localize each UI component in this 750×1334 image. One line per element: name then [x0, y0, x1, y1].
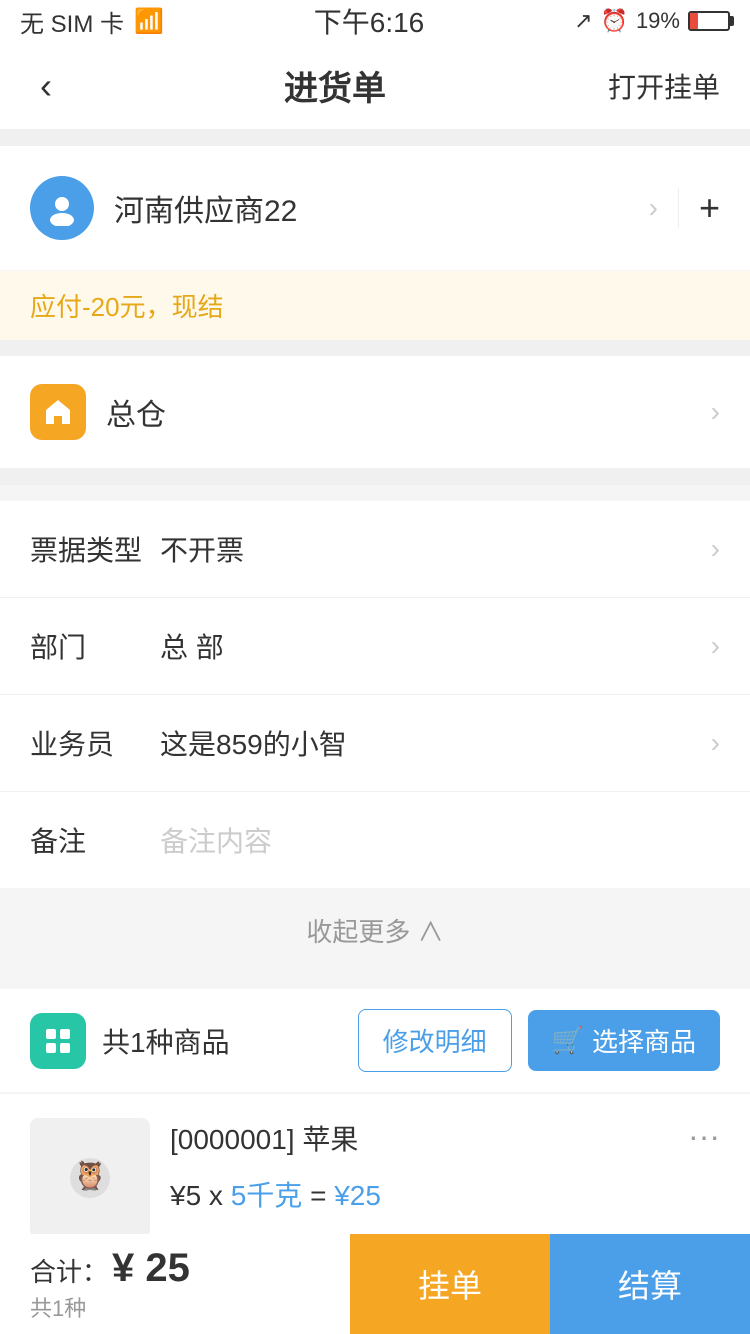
hold-button[interactable]: 挂单 [350, 1234, 550, 1334]
invoice-row[interactable]: 票据类型 不开票 › [0, 501, 750, 598]
bottom-bar: 合计： ¥ 25 共1种 挂单 结算 [0, 1234, 750, 1334]
status-bar: 无 SIM 卡 📶 下午6:16 ↗ ⏰ 19% [0, 0, 750, 42]
warehouse-row[interactable]: 总仓 › [0, 356, 750, 469]
add-supplier-button[interactable]: + [699, 187, 720, 229]
status-left: 无 SIM 卡 📶 [20, 4, 164, 39]
products-header: 共1种商品 修改明细 🛒 选择商品 [0, 989, 750, 1092]
department-value: 总 部 [160, 626, 711, 666]
warehouse-label: 总仓 [106, 390, 711, 434]
remark-input[interactable]: 备注内容 [160, 820, 720, 860]
edit-detail-button[interactable]: 修改明细 [358, 1009, 512, 1072]
salesperson-row[interactable]: 业务员 这是859的小智 › [0, 695, 750, 792]
product-thumbnail: 🦉 [30, 1118, 150, 1238]
chevron-icon: › [649, 192, 658, 224]
collapse-label: 收起更多 ∧ [306, 917, 443, 947]
checkout-button[interactable]: 结算 [550, 1234, 750, 1334]
divider [0, 130, 750, 146]
cart-icon: 🛒 [552, 1025, 584, 1056]
status-right: ↗ ⏰ 19% [574, 8, 730, 34]
warehouse-icon [30, 384, 86, 440]
total-section: 合计： ¥ 25 共1种 [0, 1234, 350, 1334]
salesperson-label: 业务员 [30, 723, 150, 763]
total-label: 合计： [30, 1252, 108, 1289]
total-price: ¥25 [334, 1180, 381, 1211]
divider2 [0, 340, 750, 356]
nav-bar: ‹ 进货单 打开挂单 [0, 42, 750, 130]
alarm-icon: ⏰ [601, 8, 628, 34]
collapse-button[interactable]: 收起更多 ∧ [0, 888, 750, 973]
supplier-notice: 应付-20元，现结 [0, 270, 750, 340]
department-chevron-icon: › [711, 630, 720, 662]
products-icon [30, 1013, 86, 1069]
carrier-label: 无 SIM 卡 [20, 4, 124, 39]
invoice-label: 票据类型 [30, 529, 150, 569]
salesperson-value: 这是859的小智 [160, 723, 711, 763]
total-count: 共1种 [30, 1291, 320, 1323]
products-count: 共1种商品 [102, 1021, 342, 1061]
select-product-button[interactable]: 🛒 选择商品 [528, 1010, 720, 1071]
divider3 [0, 469, 750, 485]
supplier-row[interactable]: 河南供应商22 › + [0, 146, 750, 270]
divider-vertical [678, 188, 679, 228]
open-hold-button[interactable]: 打开挂单 [608, 66, 720, 106]
product-price: ¥5 x 5千克 = ¥25 [170, 1174, 668, 1214]
hold-label: 挂单 [418, 1261, 482, 1307]
product-name: [0000001] 苹果 [170, 1118, 668, 1158]
avatar [30, 176, 94, 240]
wifi-icon: 📶 [134, 7, 164, 36]
supplier-right: › + [649, 187, 720, 229]
product-title: 苹果 [302, 1124, 358, 1155]
battery-percent: 19% [636, 8, 680, 34]
select-product-label: 选择商品 [592, 1022, 696, 1059]
salesperson-chevron-icon: › [711, 727, 720, 759]
location-icon: ↗ [574, 8, 592, 34]
form-section: 票据类型 不开票 › 部门 总 部 › 业务员 这是859的小智 › 备注 备注… [0, 501, 750, 888]
equals: = [310, 1180, 334, 1211]
back-button[interactable]: ‹ [30, 55, 62, 117]
page-title: 进货单 [284, 61, 386, 110]
invoice-value: 不开票 [160, 529, 711, 569]
status-time: 下午6:16 [314, 1, 425, 41]
product-info: [0000001] 苹果 ¥5 x 5千克 = ¥25 [170, 1118, 668, 1214]
remark-label: 备注 [30, 820, 150, 860]
department-label: 部门 [30, 626, 150, 666]
product-code: [0000001] [170, 1124, 302, 1155]
quantity: 5千克 [231, 1180, 303, 1211]
department-row[interactable]: 部门 总 部 › [0, 598, 750, 695]
checkout-label: 结算 [618, 1261, 682, 1307]
battery-icon [688, 11, 730, 31]
total-amount: ¥ 25 [112, 1246, 190, 1291]
supplier-section: 河南供应商22 › + 应付-20元，现结 [0, 146, 750, 340]
svg-text:🦉: 🦉 [73, 1160, 108, 1192]
warehouse-chevron-icon: › [711, 396, 720, 428]
supplier-name: 河南供应商22 [114, 186, 649, 230]
product-more-button[interactable]: ··· [688, 1118, 720, 1155]
remark-row[interactable]: 备注 备注内容 [0, 792, 750, 888]
unit-price: ¥5 x [170, 1180, 231, 1211]
invoice-chevron-icon: › [711, 533, 720, 565]
